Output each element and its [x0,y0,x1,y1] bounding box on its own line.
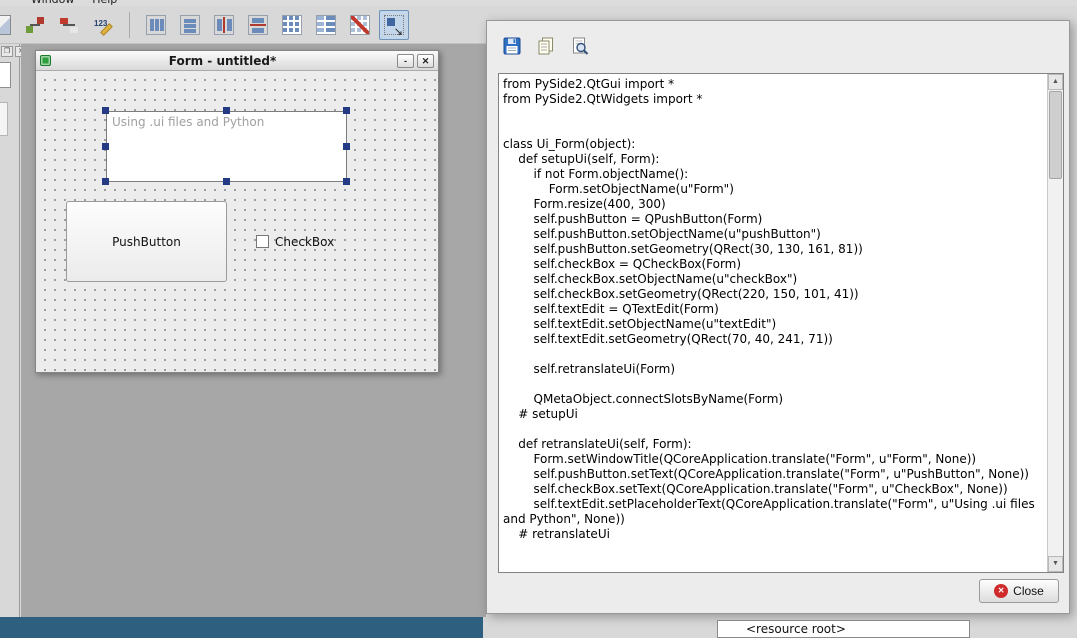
edit-buddies-button[interactable] [54,10,84,40]
layout-vertical-button[interactable] [175,10,205,40]
layout-split-horizontal-button[interactable] [209,10,239,40]
pushbutton-widget[interactable]: PushButton [66,201,227,282]
edit-tab-order-icon [93,15,113,35]
edit-buddies-icon [59,15,79,35]
mdi-area: Form - untitled* - ✕ Using .ui files and… [21,44,486,617]
layout-form-icon [316,15,336,35]
widget-box-item[interactable] [0,102,8,136]
background-window-strip [0,617,483,638]
form-canvas: Using .ui files and Python PushButton Ch… [36,71,438,372]
adjust-size-button[interactable] [379,10,409,40]
main-toolbar [0,6,486,44]
resource-root-item[interactable]: <resource root> [718,621,969,636]
selection-handle-s[interactable] [223,178,230,185]
form-window-titlebar[interactable]: Form - untitled* - ✕ [36,51,438,71]
adjust-size-icon [384,15,404,35]
selection-handle-ne[interactable] [343,107,350,114]
code-text[interactable]: from PySide2.QtGui import * from PySide2… [499,74,1048,571]
find-button[interactable] [567,33,593,59]
textedit-widget[interactable]: Using .ui files and Python [106,111,347,182]
scrollbar-thumb[interactable] [1049,91,1062,179]
toolbar-separator [129,12,130,38]
selection-handle-nw[interactable] [102,107,109,114]
checkbox-label: CheckBox [275,235,334,249]
textedit-placeholder: Using .ui files and Python [112,115,264,129]
dialog-toolbar [499,33,593,59]
layout-vertical-icon [180,15,200,35]
break-layout-button[interactable] [345,10,375,40]
layout-split-horizontal-icon [214,15,234,35]
copy-icon [536,36,556,56]
close-button[interactable]: ✕ [417,54,434,68]
dock-float-button[interactable]: ❐ [1,46,13,57]
checkbox-widget[interactable]: CheckBox [256,221,357,262]
edit-tab-order-button[interactable] [88,10,118,40]
layout-horizontal-icon [146,15,166,35]
widget-box-dock: ❐ ✕ [0,44,20,617]
save-icon [502,36,522,56]
layout-split-vertical-button[interactable] [243,10,273,40]
selection-handle-n[interactable] [223,107,230,114]
scroll-down-icon[interactable]: ▼ [1048,556,1063,572]
widget-filter-input[interactable] [0,62,11,88]
layout-grid-icon [282,15,302,35]
edit-widgets-button[interactable] [0,10,16,40]
close-dialog-button[interactable]: ✕ Close [979,579,1059,603]
minimize-button[interactable]: - [397,54,414,68]
resource-browser-panel: <resource root> [717,620,970,638]
close-dialog-label: Close [1013,584,1044,598]
close-circle-icon: ✕ [994,584,1008,598]
save-button[interactable] [499,33,525,59]
copy-button[interactable] [533,33,559,59]
qt-designer-window: Window Help ❐ ✕ Form - untitled* - ✕ Usi… [0,0,1077,638]
find-icon [570,36,590,56]
form-window-title: Form - untitled* [51,54,394,68]
layout-horizontal-button[interactable] [141,10,171,40]
code-preview-dialog: from PySide2.QtGui import * from PySide2… [486,20,1070,614]
checkbox-indicator [256,235,269,248]
selection-handle-e[interactable] [343,143,350,150]
form-designer-window: Form - untitled* - ✕ Using .ui files and… [35,50,439,373]
form-window-icon [40,55,51,66]
code-editor: from PySide2.QtGui import * from PySide2… [498,73,1064,573]
edit-signals-slots-icon [25,15,45,35]
edit-signals-slots-button[interactable] [20,10,50,40]
selection-handle-se[interactable] [343,178,350,185]
code-vertical-scrollbar[interactable]: ▲ ▼ [1047,74,1063,572]
selection-handle-sw[interactable] [102,178,109,185]
layout-grid-button[interactable] [277,10,307,40]
selection-handle-w[interactable] [102,143,109,150]
break-layout-icon [350,15,370,35]
layout-split-vertical-icon [248,15,268,35]
scroll-up-icon[interactable]: ▲ [1048,74,1063,90]
layout-form-button[interactable] [311,10,341,40]
edit-widgets-icon [0,15,11,35]
